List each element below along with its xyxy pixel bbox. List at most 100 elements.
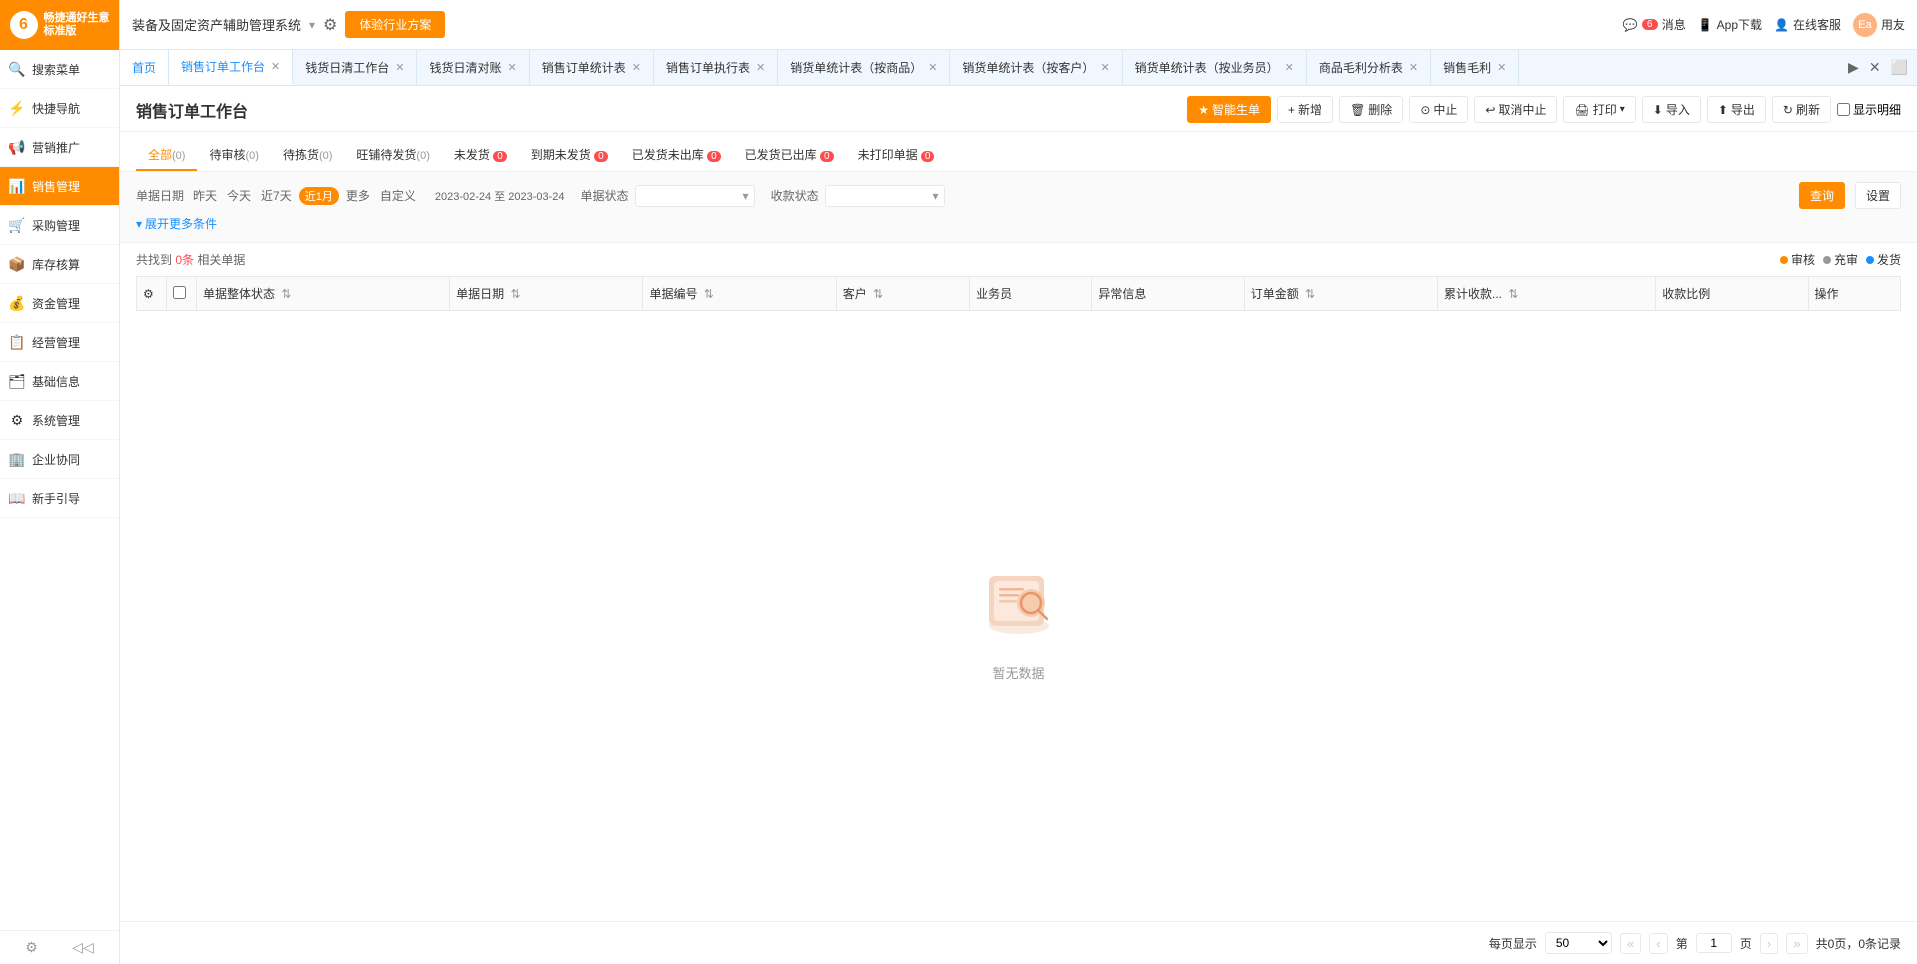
trial-button[interactable]: 体验行业方案	[345, 11, 445, 38]
sort-icon[interactable]: ⇅	[1508, 287, 1518, 301]
sidebar-item-enterprise[interactable]: 🏢 企业协同	[0, 440, 119, 479]
sidebar-item-finance[interactable]: 💰 资金管理	[0, 284, 119, 323]
topbar-settings-icon[interactable]: ⚙	[323, 15, 337, 35]
sub-tab-label: 到期未发货	[531, 148, 591, 162]
prev-page-btn[interactable]: ‹	[1649, 933, 1667, 954]
sidebar-item-search[interactable]: 🔍 搜索菜单	[0, 50, 119, 89]
first-page-btn[interactable]: «	[1620, 933, 1641, 954]
sub-tab-wangpu[interactable]: 旺铺待发货(0)	[344, 140, 441, 171]
orange-dot-icon	[1780, 256, 1788, 264]
sub-tab-expired-not-shipped[interactable]: 到期未发货 0	[519, 140, 620, 171]
sub-tab-not-shipped[interactable]: 未发货 0	[442, 140, 519, 171]
smart-create-button[interactable]: ★ 智能生单	[1187, 96, 1271, 123]
sub-tab-all[interactable]: 全部(0)	[136, 140, 197, 171]
user-item[interactable]: Ea 用友	[1853, 13, 1905, 37]
stop-label: 中止	[1433, 101, 1457, 118]
date-opt-yesterday[interactable]: 昨天	[190, 186, 220, 205]
tab-sales-stats-customer[interactable]: 销货单统计表（按客户） ✕	[950, 50, 1122, 85]
show-detail-checkbox[interactable]	[1837, 103, 1850, 116]
sidebar-item-purchase[interactable]: 🛒 采购管理	[0, 206, 119, 245]
unreview-op-btn[interactable]: 充审	[1823, 251, 1858, 268]
print-button[interactable]: 🖨 打印 ▾	[1563, 96, 1635, 123]
settings-button[interactable]: 设置	[1855, 182, 1901, 209]
sort-icon[interactable]: ⇅	[1305, 287, 1315, 301]
tab-gross-margin[interactable]: 商品毛利分析表 ✕	[1307, 50, 1431, 85]
show-detail-label[interactable]: 显示明细	[1837, 101, 1901, 118]
tab-cash-reconcile[interactable]: 钱货日清对账 ✕	[417, 50, 529, 85]
delete-button[interactable]: 🗑 删除	[1339, 96, 1403, 123]
date-opt-7days[interactable]: 近7天	[258, 186, 295, 205]
tab-sales-stats-staff[interactable]: 销货单统计表（按业务员） ✕	[1123, 50, 1307, 85]
tab-close-icon[interactable]: ✕	[928, 61, 937, 74]
payment-filter: 收款状态	[771, 185, 945, 207]
tab-close-icon[interactable]: ✕	[1100, 61, 1109, 74]
sub-tab-shipped-out[interactable]: 已发货已出库 0	[733, 140, 846, 171]
sort-icon[interactable]: ⇅	[704, 287, 714, 301]
sidebar-item-system[interactable]: ⚙ 系统管理	[0, 401, 119, 440]
sort-icon[interactable]: ⇅	[873, 287, 883, 301]
settings-bottom-icon[interactable]: ⚙	[25, 939, 38, 956]
page-size-select[interactable]: 50 10 20 100	[1545, 932, 1612, 954]
tab-sales-order-workbench[interactable]: 销售订单工作台 ✕	[169, 50, 293, 85]
ship-op-btn[interactable]: 发货	[1866, 251, 1901, 268]
tab-close-icon[interactable]: ✕	[1497, 61, 1506, 74]
cancel-stop-button[interactable]: ↩ 取消中止	[1474, 96, 1557, 123]
stop-button[interactable]: ⊙ 中止	[1409, 96, 1468, 123]
export-button[interactable]: ⬆ 导出	[1707, 96, 1766, 123]
next-page-btn[interactable]: ›	[1760, 933, 1778, 954]
sidebar-item-marketing[interactable]: 📢 营销推广	[0, 128, 119, 167]
online-service-item[interactable]: 👤 在线客服	[1774, 16, 1841, 33]
tab-close-icon[interactable]: ✕	[756, 61, 765, 74]
tab-close-icon[interactable]: ✕	[508, 61, 517, 74]
expand-more-btn[interactable]: ▾ 展开更多条件	[136, 215, 1901, 232]
tab-close-icon[interactable]: ✕	[395, 61, 404, 74]
tabs-more-icon[interactable]: ▶	[1845, 56, 1862, 79]
sidebar-item-inventory[interactable]: 📦 库存核算	[0, 245, 119, 284]
query-button[interactable]: 查询	[1799, 182, 1845, 209]
date-opt-today[interactable]: 今天	[224, 186, 254, 205]
topbar-right: 💬 6 消息 📱 App下载 👤 在线客服 Ea 用友	[1623, 13, 1905, 37]
tab-sales-exec[interactable]: 销售订单执行表 ✕	[654, 50, 778, 85]
last-page-btn[interactable]: »	[1786, 933, 1807, 954]
select-all-checkbox[interactable]	[173, 286, 186, 299]
tab-home[interactable]: 首页	[120, 50, 169, 85]
sub-tab-pending-review[interactable]: 待审核(0)	[197, 140, 270, 171]
tab-close-icon[interactable]: ✕	[632, 61, 641, 74]
import-button[interactable]: ⬇ 导入	[1642, 96, 1701, 123]
tab-close-icon[interactable]: ✕	[1409, 61, 1418, 74]
new-button[interactable]: + 新增	[1277, 96, 1333, 123]
sidebar-item-operations[interactable]: 📋 经营管理	[0, 323, 119, 362]
sidebar-item-basic-info[interactable]: 🗂 基础信息	[0, 362, 119, 401]
tab-cash-daily[interactable]: 钱货日清工作台 ✕	[293, 50, 417, 85]
unreview-op-label: 充审	[1834, 251, 1858, 268]
refresh-button[interactable]: ↻ 刷新	[1772, 96, 1831, 123]
date-opt-more[interactable]: 更多	[343, 186, 373, 205]
sub-tab-not-printed[interactable]: 未打印单据 0	[846, 140, 947, 171]
collapse-icon[interactable]: ◁◁	[72, 939, 94, 956]
date-opt-custom[interactable]: 自定义	[377, 186, 419, 205]
message-item[interactable]: 💬 6 消息	[1623, 16, 1686, 33]
sort-icon[interactable]: ⇅	[281, 287, 291, 301]
sub-tab-label: 已发货已出库	[745, 148, 817, 162]
tab-close-icon[interactable]: ✕	[1285, 61, 1294, 74]
review-op-btn[interactable]: 审核	[1780, 251, 1815, 268]
tab-close-current-icon[interactable]: ✕	[1866, 56, 1884, 79]
tab-maximize-icon[interactable]: ⬜	[1888, 56, 1911, 79]
sub-tab-shipped-not-out[interactable]: 已发货未出库 0	[620, 140, 733, 171]
sidebar-item-quick-nav[interactable]: ⚡ 快捷导航	[0, 89, 119, 128]
date-opt-1month[interactable]: 近1月	[299, 187, 339, 205]
tab-sales-stats-product[interactable]: 销货单统计表（按商品） ✕	[778, 50, 950, 85]
sidebar-item-sales[interactable]: 📊 销售管理	[0, 167, 119, 206]
app-download-item[interactable]: 📱 App下载	[1698, 16, 1762, 33]
status-select[interactable]	[635, 185, 755, 207]
sort-icon[interactable]: ⇅	[511, 287, 521, 301]
sidebar-item-guide[interactable]: 📖 新手引导	[0, 479, 119, 518]
tab-sales-profit[interactable]: 销售毛利 ✕	[1431, 50, 1519, 85]
tab-close-icon[interactable]: ✕	[271, 60, 280, 73]
sub-tab-pending-check[interactable]: 待拣货(0)	[271, 140, 344, 171]
user-label: 用友	[1881, 16, 1905, 33]
tab-sales-stats[interactable]: 销售订单统计表 ✕	[530, 50, 654, 85]
th-settings[interactable]: ⚙	[137, 277, 167, 311]
page-input[interactable]	[1696, 933, 1732, 953]
payment-select[interactable]	[825, 185, 945, 207]
